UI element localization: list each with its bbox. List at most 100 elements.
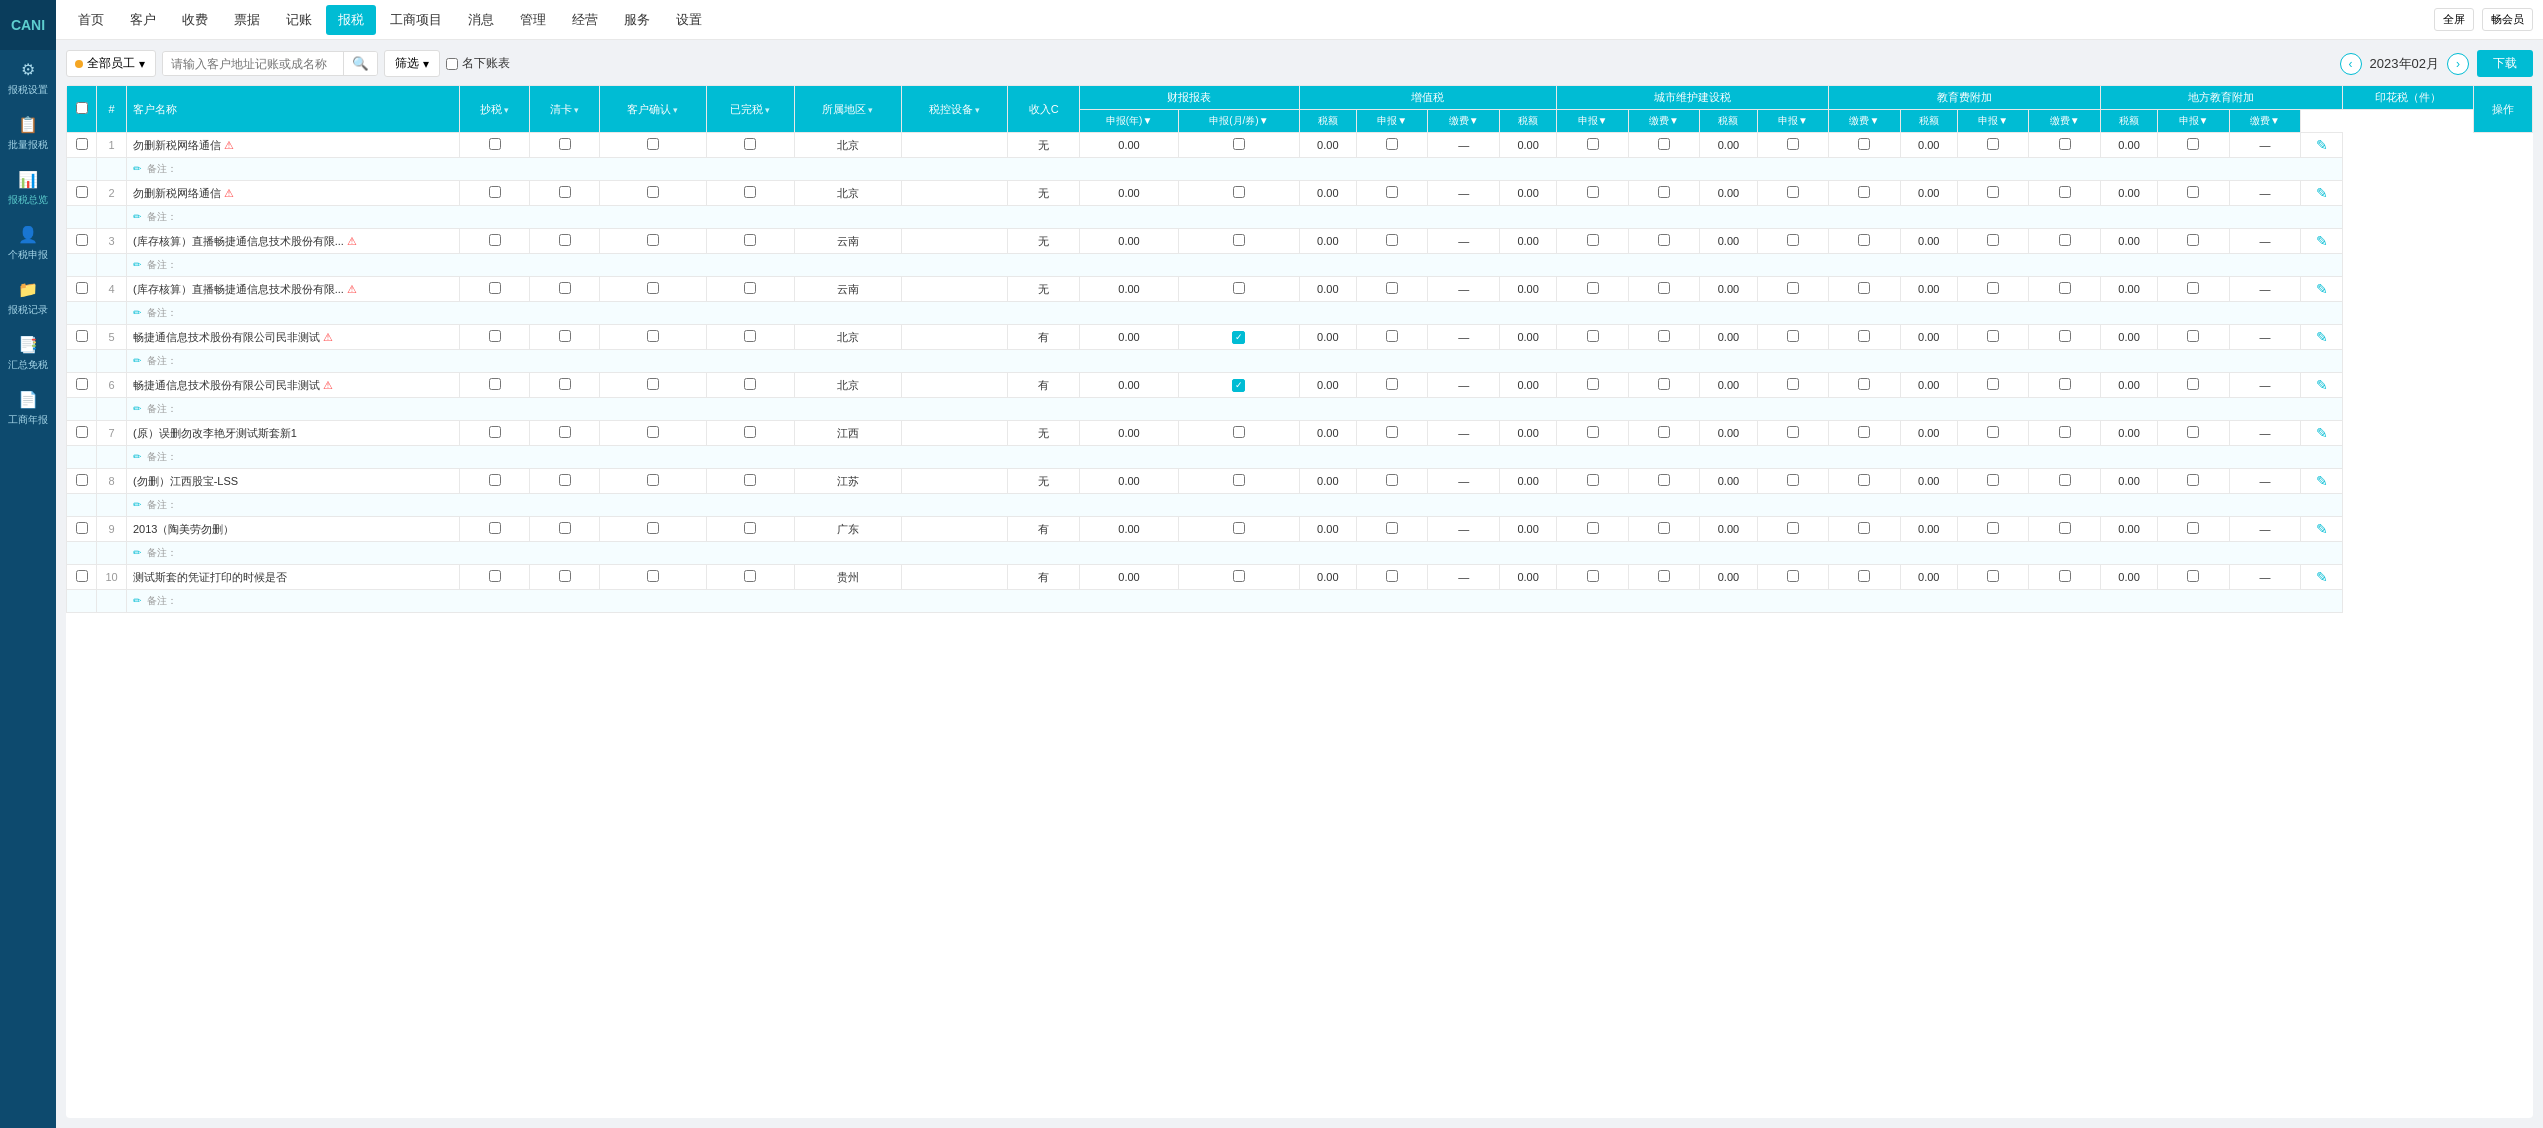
row-zz-shenbao-cell[interactable] — [1357, 229, 1428, 254]
yh-shenbao-checkbox[interactable] — [2187, 426, 2199, 438]
row-zz-shenbao-cell[interactable] — [1357, 133, 1428, 158]
sidebar-item-baoshui-shezhi[interactable]: ⚙ 报税设置 — [0, 50, 56, 105]
row-confirm-cell[interactable] — [600, 277, 707, 302]
cs-shenbao-checkbox[interactable] — [1587, 474, 1599, 486]
row-yh-shenbao-cell[interactable] — [2158, 469, 2229, 494]
row-cs-shenbao-cell[interactable] — [1557, 181, 1628, 206]
search-button[interactable]: 🔍 — [343, 52, 377, 75]
edit-icon[interactable]: ✎ — [2316, 185, 2328, 201]
paid-checkbox[interactable] — [744, 138, 756, 150]
sidebar-item-gongnian-baoshu[interactable]: 📄 工商年报 — [0, 380, 56, 435]
cs-jiaofei-checkbox[interactable] — [1658, 330, 1670, 342]
paid-checkbox[interactable] — [744, 330, 756, 342]
row-paid-cell[interactable] — [706, 277, 794, 302]
edit-icon[interactable]: ✎ — [2316, 137, 2328, 153]
row-zz-shenbao-cell[interactable] — [1357, 469, 1428, 494]
row-df-shenbao-cell[interactable] — [1957, 229, 2028, 254]
zz-shenbao-checkbox[interactable] — [1386, 138, 1398, 150]
edit-icon[interactable]: ✎ — [2316, 473, 2328, 489]
row-select-checkbox[interactable] — [76, 522, 88, 534]
row-yh-shenbao-cell[interactable] — [2158, 373, 2229, 398]
row-jy-shenbao-cell[interactable] — [1757, 565, 1828, 590]
sidebar-item-baoshui-jilu[interactable]: 📁 报税记录 — [0, 270, 56, 325]
edit-icon[interactable]: ✎ — [2316, 281, 2328, 297]
row-df-jiaofei-cell[interactable] — [2029, 373, 2100, 398]
row-df-jiaofei-cell[interactable] — [2029, 325, 2100, 350]
note-content-cell[interactable]: ✏ 备注： — [127, 254, 2343, 277]
row-checkbox[interactable] — [1233, 138, 1245, 150]
row-action-cell[interactable]: ✎ — [2301, 565, 2343, 590]
jy-shenbao-checkbox[interactable] — [1787, 138, 1799, 150]
df-shenbao-checkbox[interactable] — [1987, 378, 1999, 390]
row-cs-jiaofei-cell[interactable] — [1628, 277, 1699, 302]
paid-checkbox[interactable] — [744, 378, 756, 390]
cs-jiaofei-checkbox[interactable] — [1658, 474, 1670, 486]
row-confirm-cell[interactable] — [600, 181, 707, 206]
paid-checkbox[interactable] — [744, 282, 756, 294]
yh-shenbao-checkbox[interactable] — [2187, 570, 2199, 582]
row-select-cell[interactable] — [67, 373, 97, 398]
confirm-checkbox[interactable] — [647, 186, 659, 198]
df-jiaofei-checkbox[interactable] — [2059, 474, 2071, 486]
row-caibao-month-cell[interactable] — [1179, 565, 1300, 590]
row-checkbox[interactable] — [1233, 570, 1245, 582]
row-jy-jiaofei-cell[interactable] — [1829, 517, 1900, 542]
row-df-jiaofei-cell[interactable] — [2029, 517, 2100, 542]
jy-jiaofei-checkbox[interactable] — [1858, 330, 1870, 342]
note-content-cell[interactable]: ✏ 备注： — [127, 350, 2343, 373]
edit-icon[interactable]: ✎ — [2316, 425, 2328, 441]
row-df-jiaofei-cell[interactable] — [2029, 421, 2100, 446]
paid-checkbox[interactable] — [744, 474, 756, 486]
confirm-checkbox[interactable] — [647, 138, 659, 150]
df-jiaofei-checkbox[interactable] — [2059, 570, 2071, 582]
row-confirm-cell[interactable] — [600, 421, 707, 446]
row-confirm-cell[interactable] — [600, 517, 707, 542]
row-jy-shenbao-cell[interactable] — [1757, 133, 1828, 158]
row-zz-shenbao-cell[interactable] — [1357, 565, 1428, 590]
cs-jiaofei-checkbox[interactable] — [1658, 570, 1670, 582]
row-chaoshui-cell[interactable] — [460, 421, 530, 446]
zz-shenbao-checkbox[interactable] — [1386, 378, 1398, 390]
row-cs-jiaofei-cell[interactable] — [1628, 469, 1699, 494]
row-cs-shenbao-cell[interactable] — [1557, 277, 1628, 302]
row-select-checkbox[interactable] — [76, 378, 88, 390]
row-confirm-cell[interactable] — [600, 373, 707, 398]
qingka-checkbox[interactable] — [559, 330, 571, 342]
df-jiaofei-checkbox[interactable] — [2059, 378, 2071, 390]
row-cs-jiaofei-cell[interactable] — [1628, 325, 1699, 350]
row-paid-cell[interactable] — [706, 565, 794, 590]
row-chaoshui-cell[interactable] — [460, 325, 530, 350]
row-confirm-cell[interactable] — [600, 229, 707, 254]
row-cs-shenbao-cell[interactable] — [1557, 517, 1628, 542]
row-cs-shenbao-cell[interactable] — [1557, 133, 1628, 158]
sidebar-item-geren-shenbao[interactable]: 👤 个税申报 — [0, 215, 56, 270]
paid-checkbox[interactable] — [744, 186, 756, 198]
qingka-checkbox[interactable] — [559, 186, 571, 198]
edit-icon[interactable]: ✎ — [2316, 329, 2328, 345]
note-content-cell[interactable]: ✏ 备注： — [127, 590, 2343, 613]
nav-revenue[interactable]: 收费 — [170, 5, 220, 35]
paid-checkbox[interactable] — [744, 522, 756, 534]
jy-jiaofei-checkbox[interactable] — [1858, 426, 1870, 438]
edit-icon[interactable]: ✎ — [2316, 569, 2328, 585]
cs-shenbao-checkbox[interactable] — [1587, 282, 1599, 294]
search-input[interactable] — [163, 53, 343, 75]
row-chaoshui-cell[interactable] — [460, 133, 530, 158]
row-chaoshui-cell[interactable] — [460, 277, 530, 302]
chaoshui-checkbox[interactable] — [489, 426, 501, 438]
df-jiaofei-checkbox[interactable] — [2059, 522, 2071, 534]
row-df-jiaofei-cell[interactable] — [2029, 229, 2100, 254]
confirm-checkbox[interactable] — [647, 282, 659, 294]
sidebar-item-huizong-mianshu[interactable]: 📑 汇总免税 — [0, 325, 56, 380]
fullscreen-button[interactable]: 全屏 — [2434, 8, 2474, 31]
row-yh-shenbao-cell[interactable] — [2158, 325, 2229, 350]
row-caibao-month-cell[interactable]: ✓ — [1179, 325, 1300, 350]
row-cs-jiaofei-cell[interactable] — [1628, 517, 1699, 542]
jy-shenbao-checkbox[interactable] — [1787, 330, 1799, 342]
cs-shenbao-checkbox[interactable] — [1587, 426, 1599, 438]
nav-taxfiling[interactable]: 报税 — [326, 5, 376, 35]
paid-checkbox[interactable] — [744, 234, 756, 246]
row-df-shenbao-cell[interactable] — [1957, 517, 2028, 542]
row-df-jiaofei-cell[interactable] — [2029, 565, 2100, 590]
row-df-shenbao-cell[interactable] — [1957, 277, 2028, 302]
